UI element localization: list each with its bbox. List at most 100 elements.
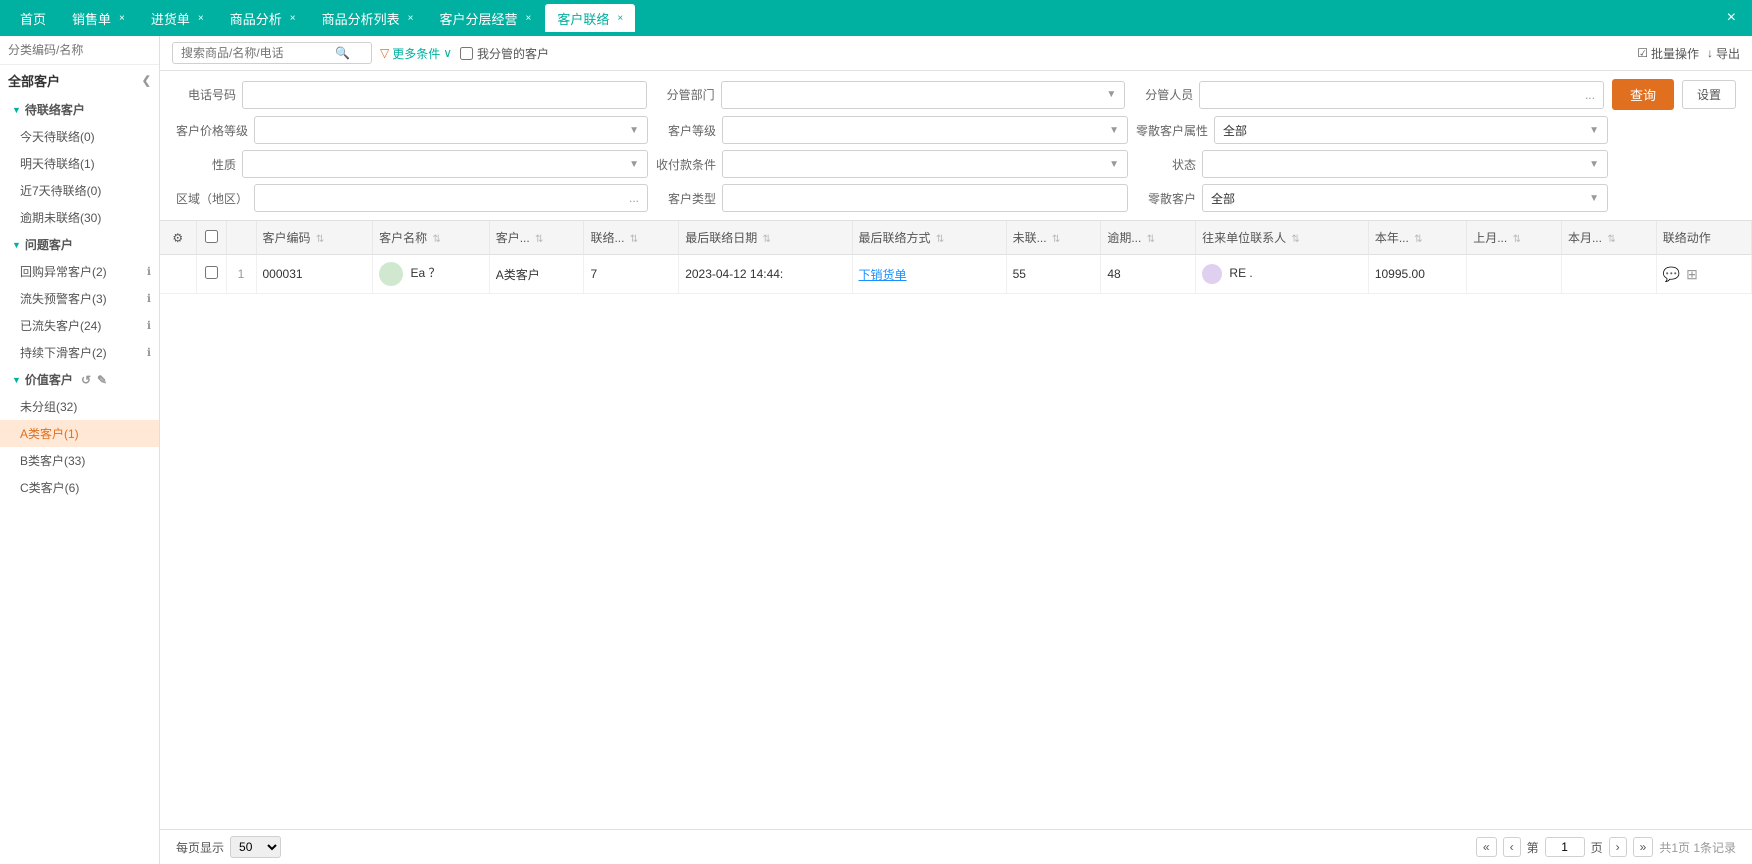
prev-page-button[interactable]: ‹ xyxy=(1503,837,1521,857)
top-navigation: 首页 销售单 × 进货单 × 商品分析 × 商品分析列表 × 客户分层经营 × … xyxy=(0,0,1752,36)
chat-action-icon[interactable]: 💬 xyxy=(1663,266,1680,283)
all-customers-header[interactable]: 全部客户 ❮ xyxy=(0,65,159,96)
sidebar-item-churn-warning[interactable]: 流失预警客户(3) ℹ xyxy=(0,285,159,312)
code-column-header[interactable]: 客户编码 ⇅ xyxy=(256,221,373,255)
sidebar-item-tomorrow[interactable]: 明天待联络(1) xyxy=(0,150,159,177)
sidebar-item-overdue[interactable]: 逾期未联络(30) xyxy=(0,204,159,231)
download-icon: ↓ xyxy=(1707,46,1713,60)
customer-grade-dropdown[interactable]: ▼ xyxy=(722,116,1128,144)
dept-dropdown[interactable]: ▼ xyxy=(721,81,1126,109)
region-ellipsis[interactable]: ... xyxy=(629,191,639,205)
row-index: 1 xyxy=(226,255,256,294)
last-contact-date-header[interactable]: 最后联络日期 ⇅ xyxy=(679,221,852,255)
customer-avatar xyxy=(379,262,403,286)
this-month-header[interactable]: 本月... ⇅ xyxy=(1561,221,1656,255)
contact-column-header[interactable]: 联络... ⇅ xyxy=(584,221,679,255)
export-button[interactable]: ↓ 导出 xyxy=(1707,45,1740,62)
nature-dropdown[interactable]: ▼ xyxy=(242,150,648,178)
page-number-input[interactable] xyxy=(1545,837,1585,857)
uncontacted-sort-icon: ⇅ xyxy=(1052,234,1060,245)
customer-contact-tab-close[interactable]: × xyxy=(617,13,623,24)
sidebar-item-declining[interactable]: 持续下滑客户(2) ℹ xyxy=(0,339,159,366)
home-tab[interactable]: 首页 xyxy=(8,4,58,32)
sidebar-item-class-c[interactable]: C类客户(6) xyxy=(0,474,159,501)
retail-attr-field: 零散客户属性 全部 ▼ xyxy=(1136,116,1608,144)
overdue-sort-icon: ⇅ xyxy=(1147,234,1155,245)
main-search-icon[interactable]: 🔍 xyxy=(335,46,350,60)
unit-contact-header[interactable]: 往来单位联系人 ⇅ xyxy=(1196,221,1369,255)
goods-analysis-list-tab[interactable]: 商品分析列表 × xyxy=(310,4,426,32)
uncontacted-header[interactable]: 未联... ⇅ xyxy=(1006,221,1101,255)
row-actions: 💬 ⊞ xyxy=(1656,255,1751,294)
triangle-icon-2: ▼ xyxy=(12,240,21,250)
row-checkbox[interactable] xyxy=(205,266,218,279)
sidebar-group-value[interactable]: ▼ 价值客户 ↺ ✎ xyxy=(0,366,159,393)
close-all-button[interactable]: × xyxy=(1719,9,1744,27)
sidebar-search-input[interactable] xyxy=(8,43,160,57)
batch-operation-button[interactable]: ☑ 批量操作 xyxy=(1637,45,1699,62)
region-input[interactable]: ... xyxy=(254,184,648,212)
gear-column-header[interactable]: ⚙ xyxy=(160,221,196,255)
purchase-tab-close[interactable]: × xyxy=(198,13,204,24)
page-size-select[interactable]: 50 10 20 100 xyxy=(230,836,281,858)
first-page-button[interactable]: « xyxy=(1476,837,1497,857)
status-dropdown[interactable]: ▼ xyxy=(1202,150,1608,178)
my-customers-check[interactable] xyxy=(460,47,473,60)
overdue-header[interactable]: 逾期... ⇅ xyxy=(1101,221,1196,255)
sidebar-item-repurchase-abnormal[interactable]: 回购异常客户(2) ℹ xyxy=(0,258,159,285)
customer-grade-label: 客户等级 xyxy=(656,122,716,139)
this-year-header[interactable]: 本年... ⇅ xyxy=(1368,221,1466,255)
select-all-checkbox[interactable] xyxy=(205,230,218,243)
sidebar-collapse-icon[interactable]: ❮ xyxy=(142,74,151,87)
row-overdue: 48 xyxy=(1101,255,1196,294)
sidebar-item-class-a[interactable]: A类客户(1) xyxy=(0,420,159,447)
row-name: Ea ？ xyxy=(373,255,490,294)
retail-customer-arrow: ▼ xyxy=(1589,193,1599,204)
sidebar-item-today[interactable]: 今天待联络(0) xyxy=(0,123,159,150)
customer-contact-tab[interactable]: 客户联络 × xyxy=(545,4,635,32)
goods-analysis-tab[interactable]: 商品分析 × xyxy=(218,4,308,32)
sidebar-item-unclassified[interactable]: 未分组(32) xyxy=(0,393,159,420)
edit-icon[interactable]: ✎ xyxy=(97,373,107,387)
refresh-icon[interactable]: ↺ xyxy=(81,373,91,387)
last-page-button[interactable]: » xyxy=(1633,837,1654,857)
retail-customer-dropdown[interactable]: 全部 ▼ xyxy=(1202,184,1608,212)
name-column-header[interactable]: 客户名称 ⇅ xyxy=(373,221,490,255)
phone-label: 电话号码 xyxy=(176,86,236,103)
more-conditions-button[interactable]: ▽ 更多条件 ∨ xyxy=(380,45,452,62)
settings-button[interactable]: 设置 xyxy=(1682,80,1736,109)
retail-customer-label: 零散客户 xyxy=(1136,190,1196,207)
sidebar-group-pending[interactable]: ▼ 待联络客户 xyxy=(0,96,159,123)
last-month-header[interactable]: 上月... ⇅ xyxy=(1467,221,1562,255)
customer-segment-tab[interactable]: 客户分层经营 × xyxy=(427,4,543,32)
row-this-month xyxy=(1561,255,1656,294)
row-code: 000031 xyxy=(256,255,373,294)
filter-row-2: 客户价格等级 ▼ 客户等级 ▼ 零散客户属性 全部 xyxy=(176,116,1736,144)
next-page-button[interactable]: › xyxy=(1609,837,1627,857)
last-contact-method-header[interactable]: 最后联络方式 ⇅ xyxy=(852,221,1006,255)
sales-tab-close[interactable]: × xyxy=(119,13,125,24)
main-search-input[interactable] xyxy=(181,46,331,60)
purchase-tab[interactable]: 进货单 × xyxy=(139,4,216,32)
sidebar-item-churned[interactable]: 已流失客户(24) ℹ xyxy=(0,312,159,339)
sidebar-item-7days[interactable]: 近7天待联络(0) xyxy=(0,177,159,204)
phone-input[interactable] xyxy=(242,81,647,109)
goods-analysis-tab-close[interactable]: × xyxy=(290,13,296,24)
query-button[interactable]: 查询 xyxy=(1612,79,1674,110)
goods-analysis-list-tab-close[interactable]: × xyxy=(408,13,414,24)
row-last-contact-method[interactable]: 下销货单 xyxy=(852,255,1006,294)
sidebar-item-class-b[interactable]: B类客户(33) xyxy=(0,447,159,474)
manager-ellipsis[interactable]: ... xyxy=(1585,88,1595,102)
info-icon-3: ℹ xyxy=(147,319,151,332)
grid-action-icon[interactable]: ⊞ xyxy=(1686,266,1698,283)
customer-segment-tab-close[interactable]: × xyxy=(525,13,531,24)
retail-attr-dropdown[interactable]: 全部 ▼ xyxy=(1214,116,1608,144)
sales-tab[interactable]: 销售单 × xyxy=(60,4,137,32)
payment-dropdown[interactable]: ▼ xyxy=(722,150,1128,178)
type-column-header[interactable]: 客户... ⇅ xyxy=(489,221,584,255)
customer-type-input[interactable] xyxy=(722,184,1128,212)
manager-input[interactable]: ... xyxy=(1199,81,1604,109)
row-contact: 7 xyxy=(584,255,679,294)
sidebar-group-problem[interactable]: ▼ 问题客户 xyxy=(0,231,159,258)
price-grade-dropdown[interactable]: ▼ xyxy=(254,116,648,144)
